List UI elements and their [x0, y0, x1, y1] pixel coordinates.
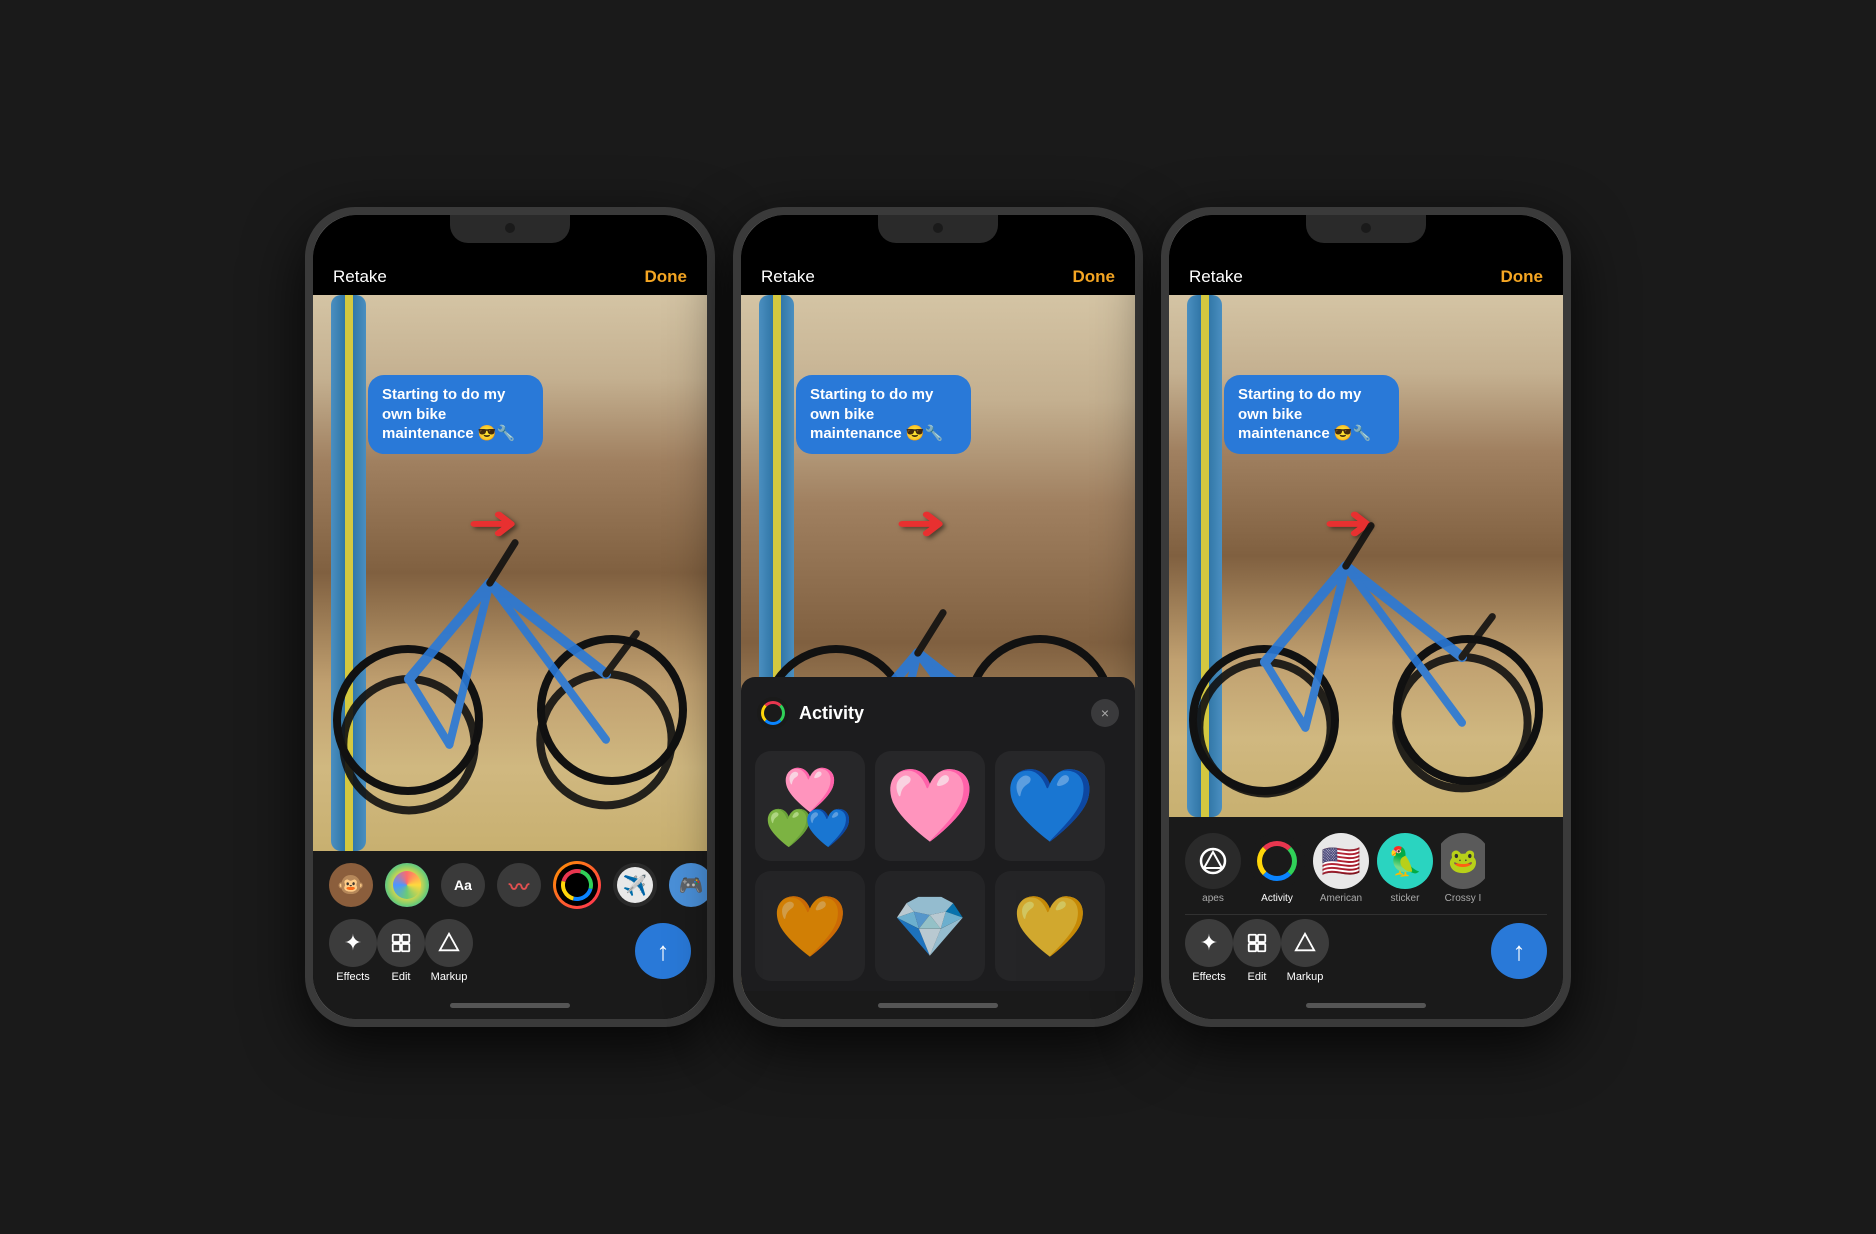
- text-bubble-2: Starting to do my own bike maintenance 😎…: [796, 375, 971, 454]
- effects-icon-1: ✦: [329, 919, 377, 967]
- done-button-1[interactable]: Done: [645, 267, 688, 287]
- phone-3: Retake Done Starting to do my own bike m…: [1161, 207, 1571, 1027]
- sticker-scroll-row: apes Activity 🇺🇸 American: [1185, 827, 1547, 910]
- phone-1: Retake Done Starting to do my own bike m…: [305, 207, 715, 1027]
- effects-icon-3: ✦: [1185, 919, 1233, 967]
- picker-header: Activity ×: [741, 689, 1135, 741]
- retake-button-2[interactable]: Retake: [761, 267, 815, 287]
- status-bar-3: [1169, 215, 1563, 259]
- phone-camera-3: [1361, 223, 1371, 233]
- effects-label-3: Effects: [1192, 971, 1225, 983]
- american-scroll-item[interactable]: 🇺🇸 American: [1313, 833, 1369, 904]
- orange-sticker[interactable]: 🧡: [755, 871, 865, 981]
- photo-area-2: Starting to do my own bike maintenance 😎…: [741, 295, 1135, 991]
- color-sticker-btn[interactable]: [385, 863, 429, 907]
- crossy-scroll-item[interactable]: 🐸 Crossy I: [1441, 833, 1485, 904]
- status-bar-2: [741, 215, 1135, 259]
- monkey-sticker-btn[interactable]: 🐵: [329, 863, 373, 907]
- bike-photo-3: Starting to do my own bike maintenance 😎…: [1169, 295, 1563, 817]
- phone-camera-1: [505, 223, 515, 233]
- squiggle-sticker-btn[interactable]: 〰: [497, 863, 541, 907]
- sticker-scroll-item[interactable]: 🦜 sticker: [1377, 833, 1433, 904]
- home-indicator-2: [741, 991, 1135, 1019]
- edit-btn-3[interactable]: Edit: [1233, 919, 1281, 983]
- crossy-scroll-label: Crossy I: [1445, 893, 1482, 904]
- retake-button-3[interactable]: Retake: [1189, 267, 1243, 287]
- phones-container: Retake Done Starting to do my own bike m…: [285, 187, 1591, 1047]
- top-bar-1: Retake Done: [313, 259, 707, 295]
- text-sticker-btn[interactable]: Aa: [441, 863, 485, 907]
- done-button-2[interactable]: Done: [1073, 267, 1116, 287]
- text-bubble-3: Starting to do my own bike maintenance 😎…: [1224, 375, 1399, 454]
- bottom-bar-1: 🐵 Aa 〰 ✈️: [313, 851, 707, 991]
- plane-sticker-btn[interactable]: ✈️: [613, 863, 657, 907]
- markup-icon-3: [1281, 919, 1329, 967]
- activity-sticker-selected[interactable]: [553, 861, 601, 909]
- markup-label-3: Markup: [1287, 971, 1324, 983]
- teal-heart-sticker[interactable]: 💙: [995, 751, 1105, 861]
- top-bar-3: Retake Done: [1169, 259, 1563, 295]
- markup-icon-1: [425, 919, 473, 967]
- activity-scroll-item[interactable]: Activity: [1249, 833, 1305, 904]
- phone-2: Retake Done Starting to do my own bike m…: [733, 207, 1143, 1027]
- edit-label-1: Edit: [392, 971, 411, 983]
- activity-scroll-label: Activity: [1261, 893, 1293, 904]
- triple-hearts-sticker[interactable]: 💚 💙 🩷: [755, 751, 865, 861]
- bike-photo-1: Starting to do my own bike maintenance 😎…: [313, 295, 707, 851]
- edit-icon-3: [1233, 919, 1281, 967]
- shapes-scroll-item[interactable]: apes: [1185, 833, 1241, 904]
- effects-btn-3[interactable]: ✦ Effects: [1185, 919, 1233, 983]
- markup-btn-1[interactable]: Markup: [425, 919, 473, 983]
- american-scroll-label: American: [1320, 893, 1362, 904]
- edit-btn-1[interactable]: Edit: [377, 919, 425, 983]
- send-btn-1[interactable]: ↑: [635, 923, 691, 979]
- activity-ring-icon: [757, 697, 789, 729]
- activity-picker: Activity × 💚 💙 🩷: [741, 677, 1135, 991]
- photo-area-3: Starting to do my own bike maintenance 😎…: [1169, 295, 1563, 817]
- sticker-grid: 💚 💙 🩷 🩷 💙: [741, 741, 1135, 871]
- sticker-scroll-label: sticker: [1391, 893, 1420, 904]
- markup-label-1: Markup: [431, 971, 468, 983]
- action-row-1: ✦ Effects Edit Markup: [329, 919, 691, 983]
- effects-label-1: Effects: [336, 971, 369, 983]
- crossy-sticker-btn[interactable]: 🎮: [669, 863, 707, 907]
- action-row-3: ✦ Effects Edit Markup: [1185, 919, 1547, 983]
- shapes-label: apes: [1202, 893, 1224, 904]
- photo-area-1: Starting to do my own bike maintenance 😎…: [313, 295, 707, 851]
- retake-button-1[interactable]: Retake: [333, 267, 387, 287]
- home-indicator-1: [313, 991, 707, 1019]
- done-button-3[interactable]: Done: [1501, 267, 1544, 287]
- send-btn-3[interactable]: ↑: [1491, 923, 1547, 979]
- text-bubble-1: Starting to do my own bike maintenance 😎…: [368, 375, 543, 454]
- effects-btn-1[interactable]: ✦ Effects: [329, 919, 377, 983]
- picker-close-btn[interactable]: ×: [1091, 699, 1119, 727]
- yellow-sticker[interactable]: 💛: [995, 871, 1105, 981]
- sticker-row-1: 🐵 Aa 〰 ✈️: [329, 861, 691, 909]
- status-bar-1: [313, 215, 707, 259]
- phone-camera-2: [933, 223, 943, 233]
- edit-icon-1: [377, 919, 425, 967]
- bike-svg-3: [1169, 295, 1563, 817]
- sticker-grid-2: 🧡 💎 💛: [741, 871, 1135, 991]
- bottom-bar-3: apes Activity 🇺🇸 American: [1169, 817, 1563, 991]
- top-bar-2: Retake Done: [741, 259, 1135, 295]
- picker-title: Activity: [799, 703, 1081, 724]
- edit-label-3: Edit: [1248, 971, 1267, 983]
- markup-btn-3[interactable]: Markup: [1281, 919, 1329, 983]
- home-indicator-3: [1169, 991, 1563, 1019]
- ring-heart-sticker[interactable]: 🩷: [875, 751, 985, 861]
- teal-sticker2[interactable]: 💎: [875, 871, 985, 981]
